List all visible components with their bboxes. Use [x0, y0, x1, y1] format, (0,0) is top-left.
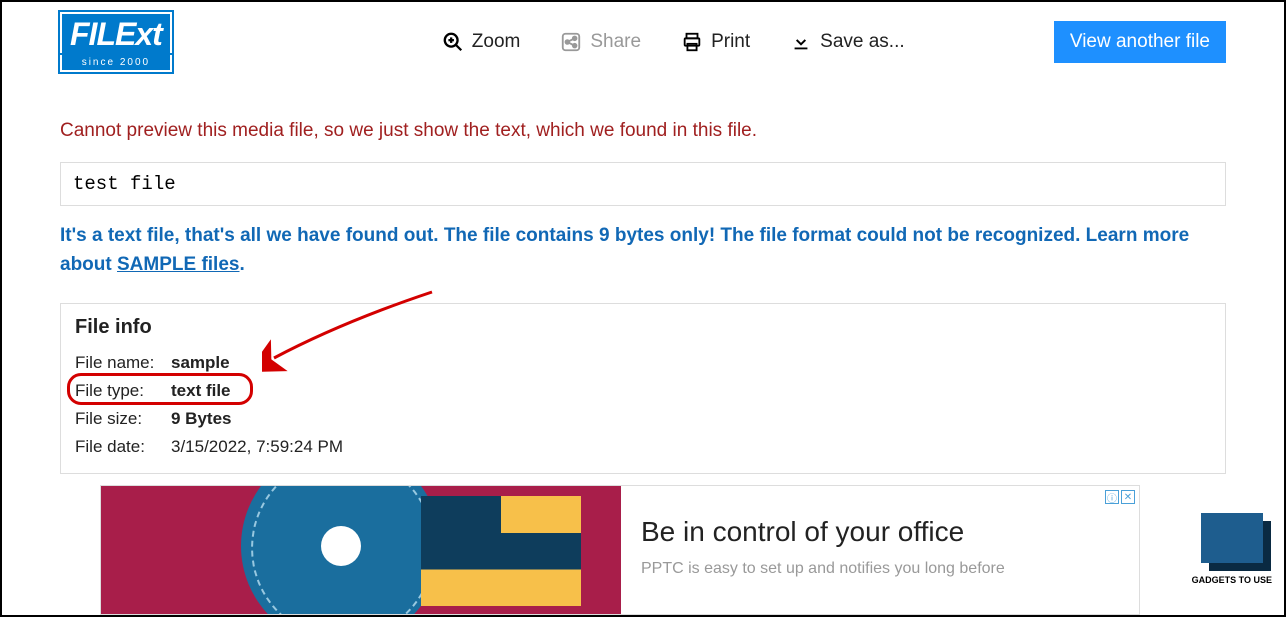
- zoom-label: Zoom: [472, 31, 521, 53]
- file-info-box: File info File name: sample File type: t…: [60, 303, 1226, 474]
- share-label: Share: [590, 31, 641, 53]
- file-info-row-name: File name: sample: [75, 349, 1211, 377]
- ad-title: Be in control of your office: [641, 516, 1119, 548]
- zoom-button[interactable]: Zoom: [442, 31, 521, 53]
- logo-main: FILExt: [60, 12, 172, 57]
- file-info-row-type: File type: text file: [75, 377, 1211, 405]
- toolbar: Zoom Share Print Save as...: [442, 31, 905, 53]
- file-date-value: 3/15/2022, 7:59:24 PM: [171, 437, 343, 457]
- ad-image: [101, 486, 621, 614]
- gadgets-to-use-logo: GADGETS TO USE: [1192, 513, 1272, 585]
- logo-sub: since 2000: [60, 55, 172, 72]
- file-info-row-date: File date: 3/15/2022, 7:59:24 PM: [75, 433, 1211, 461]
- saveas-button[interactable]: Save as...: [790, 31, 905, 53]
- preview-message: Cannot preview this media file, so we ju…: [60, 120, 1226, 142]
- ad-banner[interactable]: ⓘ✕ Be in control of your office PPTC is …: [100, 485, 1140, 615]
- logo[interactable]: FILExt since 2000: [60, 12, 172, 72]
- view-another-file-button[interactable]: View another file: [1054, 21, 1226, 63]
- share-icon: [560, 31, 582, 53]
- file-content-box: test file: [60, 162, 1226, 206]
- file-info-title: File info: [75, 316, 1211, 339]
- file-type-value: text file: [171, 381, 231, 401]
- sample-files-link[interactable]: SAMPLE files: [117, 254, 239, 275]
- print-button[interactable]: Print: [681, 31, 750, 53]
- ad-subtitle: PPTC is easy to set up and notifies you …: [641, 560, 1119, 578]
- gtu-text: GADGETS TO USE: [1192, 575, 1272, 585]
- ad-info-icon: ⓘ: [1105, 490, 1119, 504]
- info-message: It's a text file, that's all we have fou…: [60, 222, 1226, 279]
- saveas-label: Save as...: [820, 31, 905, 53]
- file-name-value: sample: [171, 353, 230, 373]
- file-type-label: File type:: [75, 381, 171, 401]
- ad-content: ⓘ✕ Be in control of your office PPTC is …: [621, 486, 1139, 614]
- zoom-icon: [442, 31, 464, 53]
- print-icon: [681, 31, 703, 53]
- file-size-value: 9 Bytes: [171, 409, 231, 429]
- ad-badge[interactable]: ⓘ✕: [1105, 490, 1135, 504]
- file-size-label: File size:: [75, 409, 171, 429]
- ad-close-icon[interactable]: ✕: [1121, 490, 1135, 504]
- file-name-label: File name:: [75, 353, 171, 373]
- file-info-row-size: File size: 9 Bytes: [75, 405, 1211, 433]
- download-icon: [790, 31, 812, 53]
- share-button: Share: [560, 31, 641, 53]
- content-area: Cannot preview this media file, so we ju…: [2, 82, 1284, 484]
- header: FILExt since 2000 Zoom Share Print Save: [2, 2, 1284, 82]
- info-text-end: .: [239, 254, 244, 275]
- file-date-label: File date:: [75, 437, 171, 457]
- print-label: Print: [711, 31, 750, 53]
